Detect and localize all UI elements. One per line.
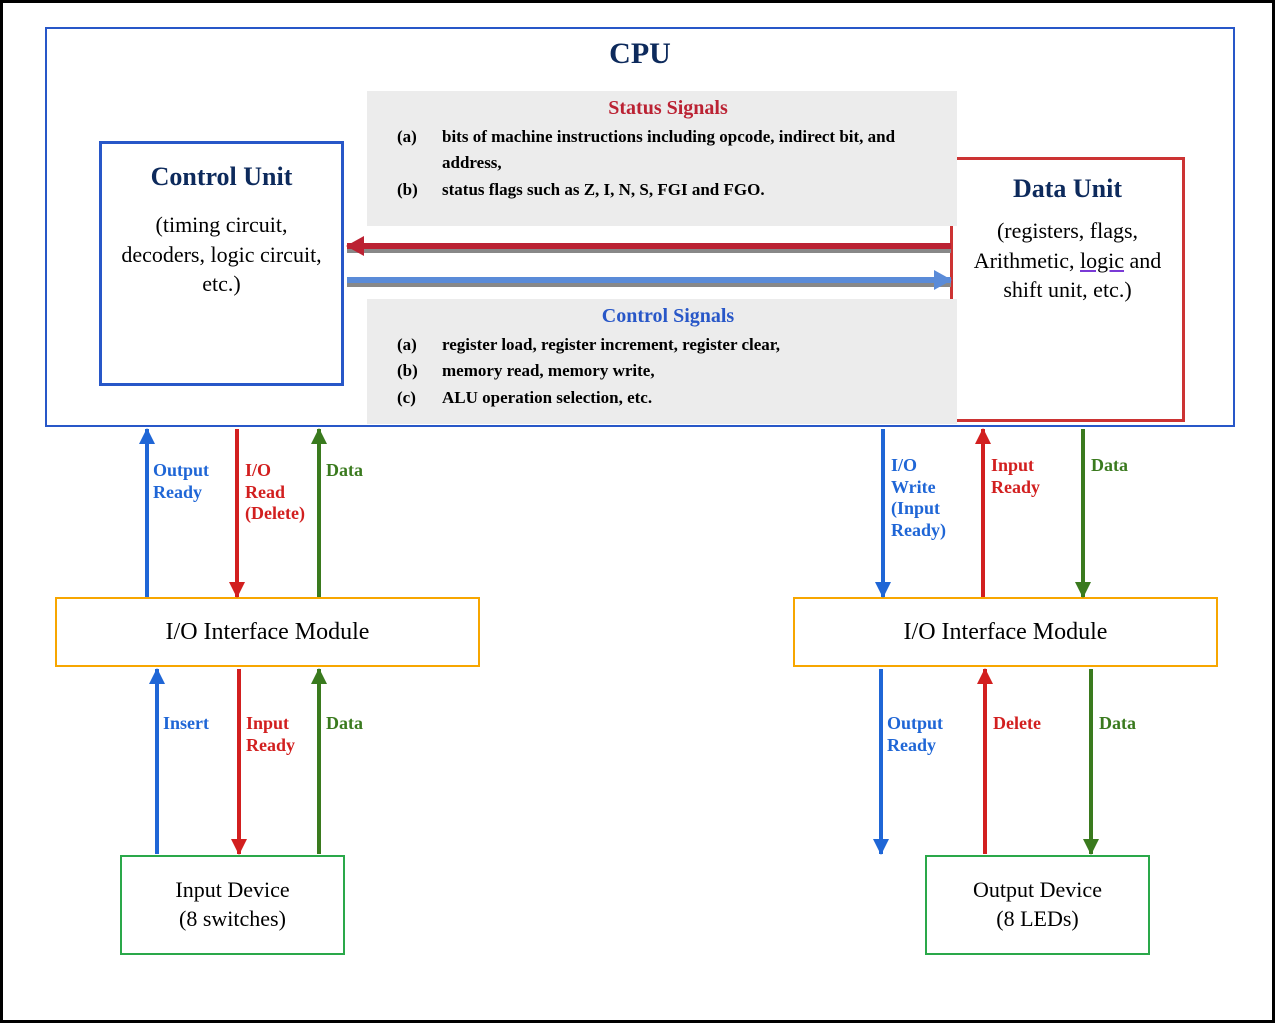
output-device-title: Output Device — [973, 876, 1102, 905]
arrow-input-ready-left — [237, 669, 241, 854]
control-unit-box: Control Unit (timing circuit, decoders, … — [99, 141, 344, 386]
status-signals-title: Status Signals — [397, 97, 939, 120]
label-delete-right: Delete — [993, 713, 1041, 735]
arrow-io-read-left — [235, 429, 239, 597]
arrow-output-ready-left — [145, 429, 149, 597]
label-insert-left: Insert — [163, 713, 209, 735]
output-device-sub: (8 LEDs) — [973, 905, 1102, 934]
label-input-ready-right-top: Input Ready — [991, 455, 1040, 498]
arrow-output-ready-right — [879, 669, 883, 854]
arrow-input-ready-right — [981, 429, 985, 597]
input-device-box: Input Device (8 switches) — [120, 855, 345, 955]
control-item-text: memory read, memory write, — [442, 358, 939, 384]
data-unit-title: Data Unit — [961, 174, 1174, 204]
cpu-container: CPU Control Unit (timing circuit, decode… — [45, 27, 1235, 427]
control-item-tag: (b) — [397, 358, 442, 384]
arrow-data-left-bot — [317, 669, 321, 854]
label-output-ready-left: Output Ready — [153, 460, 209, 503]
control-unit-title: Control Unit — [116, 162, 327, 192]
arrow-status-signals — [347, 243, 951, 249]
arrow-data-right-top — [1081, 429, 1085, 597]
data-unit-body: (registers, flags, Arithmetic, logic and… — [961, 216, 1174, 305]
data-unit-box: Data Unit (registers, flags, Arithmetic,… — [950, 157, 1185, 422]
arrow-delete-right — [983, 669, 987, 854]
control-item-tag: (c) — [397, 385, 442, 411]
arrow-data-right-bot — [1089, 669, 1093, 854]
cpu-title: CPU — [47, 37, 1233, 71]
io-module-left: I/O Interface Module — [55, 597, 480, 667]
io-module-left-label: I/O Interface Module — [166, 619, 370, 646]
io-module-right-label: I/O Interface Module — [904, 619, 1108, 646]
label-output-ready-right: Output Ready — [887, 713, 943, 756]
label-data-left-top: Data — [326, 460, 363, 482]
control-item-text: register load, register increment, regis… — [442, 332, 939, 358]
status-item-text: bits of machine instructions including o… — [442, 124, 939, 177]
control-item-text: ALU operation selection, etc. — [442, 385, 939, 411]
status-item-tag: (b) — [397, 177, 442, 203]
label-data-left-bot: Data — [326, 713, 363, 735]
label-data-right-bot: Data — [1099, 713, 1136, 735]
arrow-control-signals — [347, 277, 951, 283]
label-io-write-right: I/O Write (Input Ready) — [891, 455, 946, 541]
label-input-ready-left: Input Ready — [246, 713, 295, 756]
output-device-box: Output Device (8 LEDs) — [925, 855, 1150, 955]
io-module-right: I/O Interface Module — [793, 597, 1218, 667]
status-signals-panel: Status Signals (a)bits of machine instru… — [367, 91, 957, 226]
input-device-sub: (8 switches) — [175, 905, 289, 934]
label-io-read-left: I/O Read (Delete) — [245, 460, 305, 525]
arrow-io-write-right — [881, 429, 885, 597]
control-unit-body: (timing circuit, decoders, logic circuit… — [116, 210, 327, 299]
control-item-tag: (a) — [397, 332, 442, 358]
arrow-insert-left — [155, 669, 159, 854]
status-item-text: status flags such as Z, I, N, S, FGI and… — [442, 177, 939, 203]
control-signals-panel: Control Signals (a)register load, regist… — [367, 299, 957, 424]
status-item-tag: (a) — [397, 124, 442, 177]
input-device-title: Input Device — [175, 876, 289, 905]
label-data-right-top: Data — [1091, 455, 1128, 477]
data-unit-body-logic: logic — [1080, 248, 1124, 273]
control-signals-title: Control Signals — [397, 305, 939, 328]
arrow-data-left-top — [317, 429, 321, 597]
